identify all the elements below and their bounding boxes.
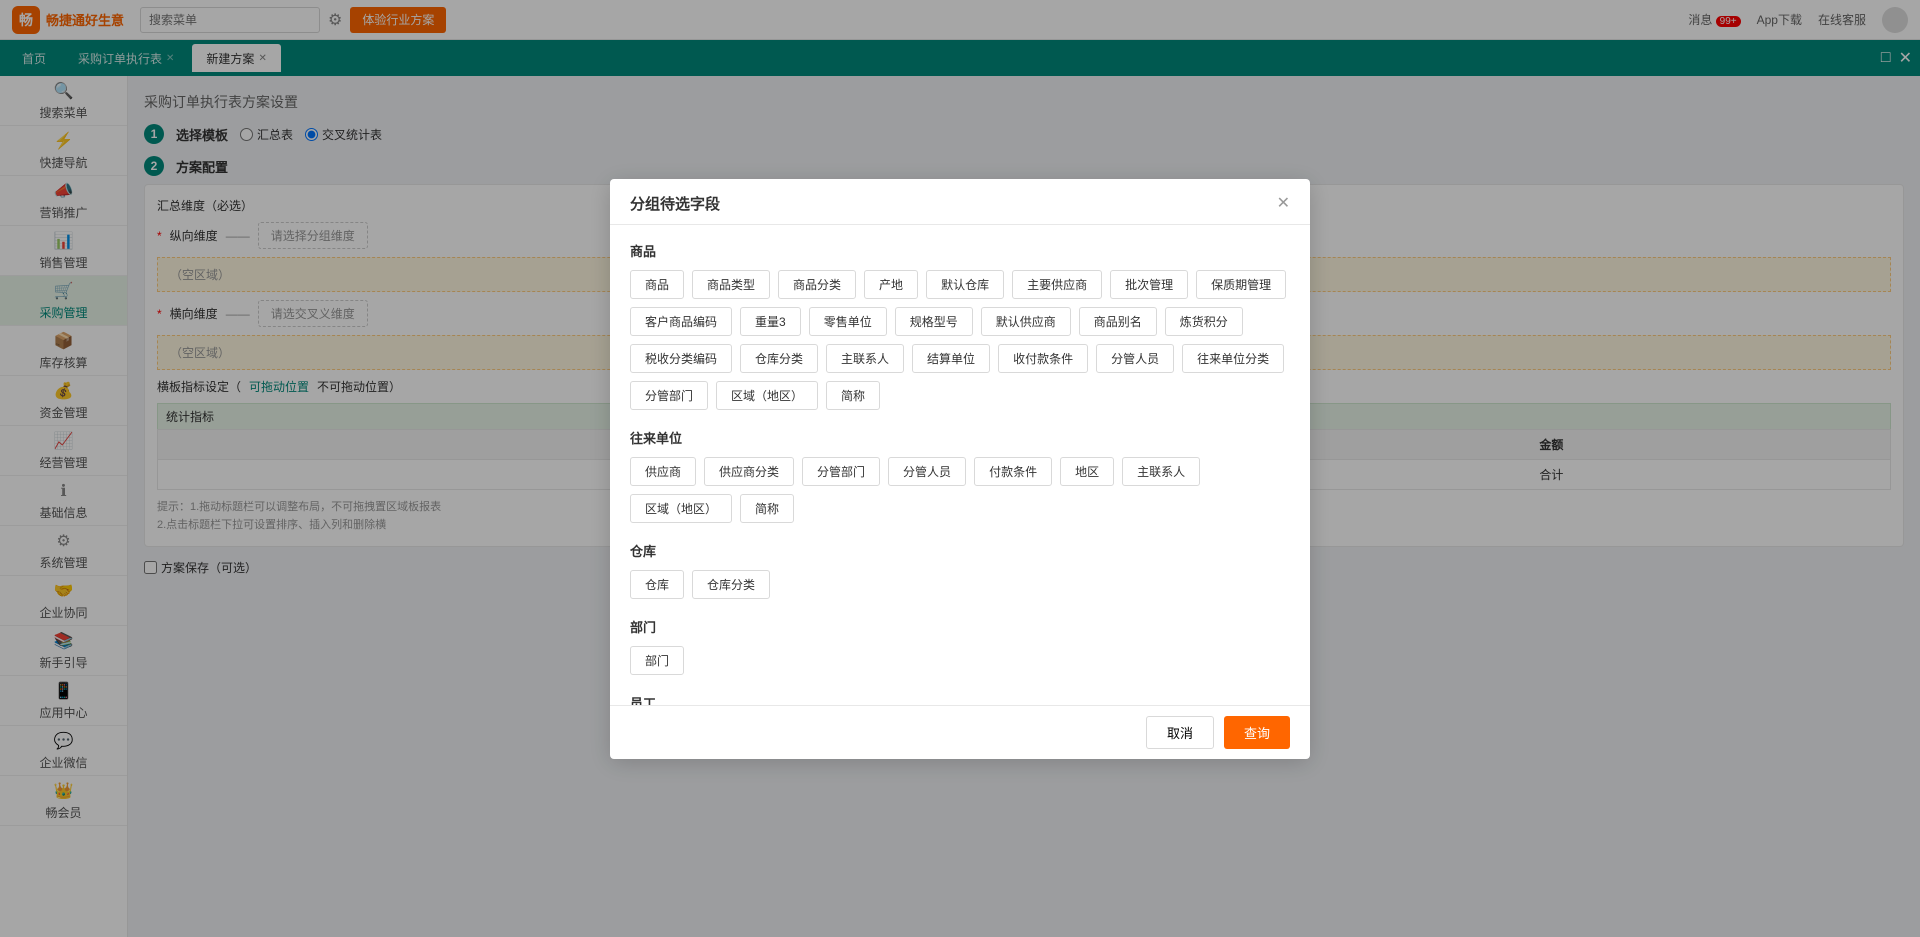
field-tag-default-warehouse[interactable]: 默认仓库 — [926, 270, 1004, 299]
field-tag-dept[interactable]: 部门 — [630, 646, 684, 675]
field-tag-product-category[interactable]: 商品分类 — [778, 270, 856, 299]
field-tags-warehouse: 仓库 仓库分类 — [630, 570, 1290, 599]
field-tag-supplier-category[interactable]: 供应商分类 — [704, 457, 794, 486]
field-tag-dept-mgmt[interactable]: 分管部门 — [630, 381, 708, 410]
field-tag-warehouse-category[interactable]: 仓库分类 — [740, 344, 818, 373]
field-group-dept-title: 部门 — [630, 617, 1290, 636]
modal-header: 分组待选字段 ✕ — [610, 179, 1310, 225]
field-tag-payment-terms[interactable]: 收付款条件 — [998, 344, 1088, 373]
field-tag-partner-category[interactable]: 往来单位分类 — [1182, 344, 1284, 373]
field-tag-main-contact[interactable]: 主联系人 — [826, 344, 904, 373]
field-tag-warehouse[interactable]: 仓库 — [630, 570, 684, 599]
field-tag-short-name[interactable]: 简称 — [826, 381, 880, 410]
field-tag-product-type[interactable]: 商品类型 — [692, 270, 770, 299]
field-tag-weight3[interactable]: 重量3 — [740, 307, 801, 336]
field-group-warehouse-title: 仓库 — [630, 541, 1290, 560]
modal-footer: 取消 查询 — [610, 705, 1310, 759]
field-group-employee-title: 员工 — [630, 693, 1290, 705]
modal-confirm-btn[interactable]: 查询 — [1224, 716, 1290, 749]
field-tag-product[interactable]: 商品 — [630, 270, 684, 299]
modal-close-btn[interactable]: ✕ — [1277, 193, 1290, 213]
modal-overlay[interactable]: 分组待选字段 ✕ 商品 商品 商品类型 商品分类 产地 默认仓库 主要供应商 批… — [0, 0, 1920, 937]
field-group-product-title: 商品 — [630, 241, 1290, 260]
modal-body: 商品 商品 商品类型 商品分类 产地 默认仓库 主要供应商 批次管理 保质期管理… — [610, 225, 1310, 705]
field-tag-points[interactable]: 炼货积分 — [1165, 307, 1243, 336]
field-tag-supplier[interactable]: 供应商 — [630, 457, 696, 486]
field-tag-batch-mgmt[interactable]: 批次管理 — [1110, 270, 1188, 299]
field-tag-payment-condition[interactable]: 付款条件 — [974, 457, 1052, 486]
field-group-warehouse: 仓库 仓库 仓库分类 — [630, 541, 1290, 599]
field-tag-responsible-person[interactable]: 分管人员 — [1096, 344, 1174, 373]
modal-cancel-btn[interactable]: 取消 — [1146, 716, 1214, 749]
field-group-partner: 往来单位 供应商 供应商分类 分管部门 分管人员 付款条件 地区 主联系人 区域… — [630, 428, 1290, 523]
field-tag-partner-person[interactable]: 分管人员 — [888, 457, 966, 486]
field-tag-region[interactable]: 区域（地区） — [716, 381, 818, 410]
field-tag-default-supplier[interactable]: 默认供应商 — [981, 307, 1071, 336]
field-select-modal: 分组待选字段 ✕ 商品 商品 商品类型 商品分类 产地 默认仓库 主要供应商 批… — [610, 179, 1310, 759]
field-tag-settlement-unit[interactable]: 结算单位 — [912, 344, 990, 373]
field-tag-customer-code[interactable]: 客户商品编码 — [630, 307, 732, 336]
field-tags-dept: 部门 — [630, 646, 1290, 675]
field-tag-retail-unit[interactable]: 零售单位 — [809, 307, 887, 336]
field-tag-tax-code[interactable]: 税收分类编码 — [630, 344, 732, 373]
field-group-dept: 部门 部门 — [630, 617, 1290, 675]
field-group-partner-title: 往来单位 — [630, 428, 1290, 447]
field-tags-partner: 供应商 供应商分类 分管部门 分管人员 付款条件 地区 主联系人 区域（地区） … — [630, 457, 1290, 523]
field-tag-origin[interactable]: 产地 — [864, 270, 918, 299]
field-tag-area[interactable]: 地区 — [1060, 457, 1114, 486]
field-tag-partner-contact[interactable]: 主联系人 — [1122, 457, 1200, 486]
field-tags-product: 商品 商品类型 商品分类 产地 默认仓库 主要供应商 批次管理 保质期管理 客户… — [630, 270, 1290, 410]
field-group-employee: 员工 业务员 — [630, 693, 1290, 705]
field-group-product: 商品 商品 商品类型 商品分类 产地 默认仓库 主要供应商 批次管理 保质期管理… — [630, 241, 1290, 410]
field-tag-partner-dept[interactable]: 分管部门 — [802, 457, 880, 486]
field-tag-partner-region[interactable]: 区域（地区） — [630, 494, 732, 523]
field-tag-warehouse-cat[interactable]: 仓库分类 — [692, 570, 770, 599]
field-tag-product-alias[interactable]: 商品别名 — [1079, 307, 1157, 336]
field-tag-spec-model[interactable]: 规格型号 — [895, 307, 973, 336]
field-tag-main-supplier[interactable]: 主要供应商 — [1012, 270, 1102, 299]
modal-title: 分组待选字段 — [630, 193, 720, 214]
field-tag-expiry-mgmt[interactable]: 保质期管理 — [1196, 270, 1286, 299]
field-tag-partner-short[interactable]: 简称 — [740, 494, 794, 523]
